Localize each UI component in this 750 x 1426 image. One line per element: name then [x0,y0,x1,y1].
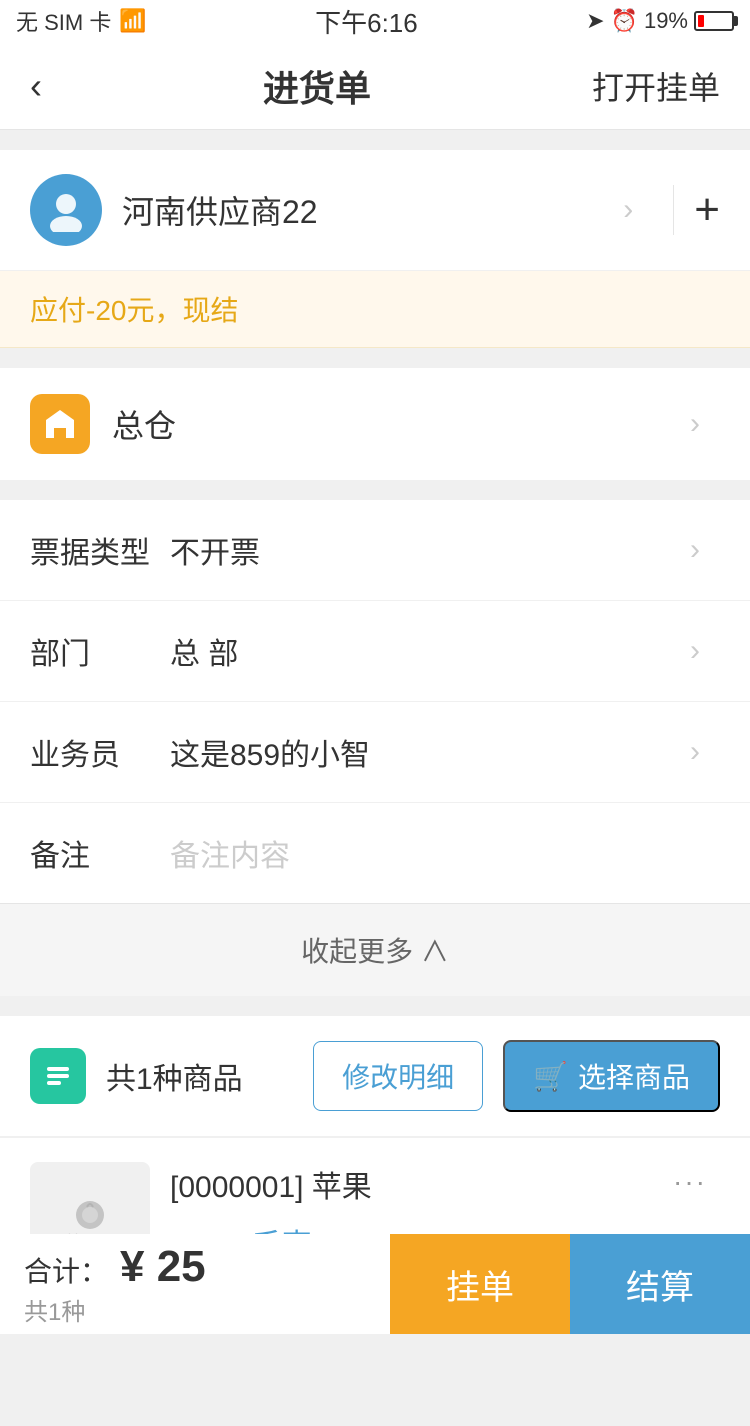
total-row: 合计： ¥ 25 [24,1242,366,1292]
back-button[interactable]: ‹ [30,65,42,107]
warehouse-name: 总仓 [112,401,690,447]
salesman-row[interactable]: 业务员 这是859的小智 › [0,702,750,803]
page-title: 进货单 [263,60,371,112]
invoice-type-row[interactable]: 票据类型 不开票 › [0,500,750,601]
bottom-bar: 合计： ¥ 25 共1种 挂单 结算 [0,1234,750,1334]
product-more-button[interactable]: ··· [660,1162,720,1202]
status-bar-time: 下午6:16 [315,3,418,40]
products-header: 共1种商品 修改明细 🛒 选择商品 [0,1016,750,1136]
supplier-avatar-icon [44,188,88,232]
warehouse-icon-svg [42,406,78,442]
department-value: 总 部 [170,629,690,673]
products-icon-svg [41,1059,75,1093]
nav-bar: ‹ 进货单 打开挂单 [0,42,750,130]
battery-icon [694,11,734,31]
cart-icon: 🛒 [533,1060,568,1093]
divider [673,185,674,235]
alarm-icon: ⏰ [611,8,638,34]
battery-percent: 19% [644,8,688,34]
products-icon [30,1048,86,1104]
open-hang-button[interactable]: 打开挂单 [592,63,720,109]
add-supplier-button[interactable]: + [694,188,720,232]
edit-detail-button[interactable]: 修改明细 [313,1041,483,1111]
warehouse-icon [30,394,90,454]
select-product-label: 选择商品 [578,1056,690,1096]
select-product-button[interactable]: 🛒 选择商品 [503,1040,720,1112]
total-section: 合计： ¥ 25 共1种 [0,1234,390,1334]
salesman-value: 这是859的小智 [170,730,690,774]
payment-notice: 应付-20元，现结 [0,271,750,348]
total-sub-label: 共1种 [24,1292,366,1327]
department-chevron-icon: › [690,634,700,668]
form-section: 票据类型 不开票 › 部门 总 部 › 业务员 这是859的小智 › 备注 备注… [0,500,750,903]
department-row[interactable]: 部门 总 部 › [0,601,750,702]
status-bar-right: ➤ ⏰ 19% [586,8,734,34]
total-label: 合计： [24,1250,108,1290]
collapse-toggle[interactable]: 收起更多 ∧ [0,903,750,996]
product-name: [0000001] 苹果 [170,1162,640,1206]
supplier-row[interactable]: 河南供应商22 › + [0,150,750,271]
remark-row[interactable]: 备注 备注内容 [0,803,750,903]
supplier-section: 河南供应商22 › + 应付-20元，现结 [0,150,750,348]
department-label: 部门 [30,629,170,673]
invoice-type-label: 票据类型 [30,528,170,572]
remark-label: 备注 [30,831,170,875]
warehouse-chevron-icon: › [690,407,700,441]
status-bar-left: 无 SIM 卡 📶 [16,5,147,37]
total-amount: ¥ 25 [120,1242,206,1292]
wifi-icon: 📶 [119,8,146,34]
invoice-chevron-icon: › [690,533,700,567]
location-icon: ➤ [586,8,604,34]
warehouse-section[interactable]: 总仓 › [0,368,750,480]
supplier-name: 河南供应商22 [122,187,623,233]
chevron-right-icon: › [623,193,633,227]
hang-button[interactable]: 挂单 [390,1234,570,1334]
carrier-text: 无 SIM 卡 [16,5,111,37]
invoice-type-value: 不开票 [170,528,690,572]
supplier-avatar [30,174,102,246]
product-count-label: 共1种商品 [106,1054,293,1098]
remark-input[interactable]: 备注内容 [170,831,720,875]
salesman-label: 业务员 [30,730,170,774]
checkout-button[interactable]: 结算 [570,1234,750,1334]
status-bar: 无 SIM 卡 📶 下午6:16 ➤ ⏰ 19% [0,0,750,42]
salesman-chevron-icon: › [690,735,700,769]
